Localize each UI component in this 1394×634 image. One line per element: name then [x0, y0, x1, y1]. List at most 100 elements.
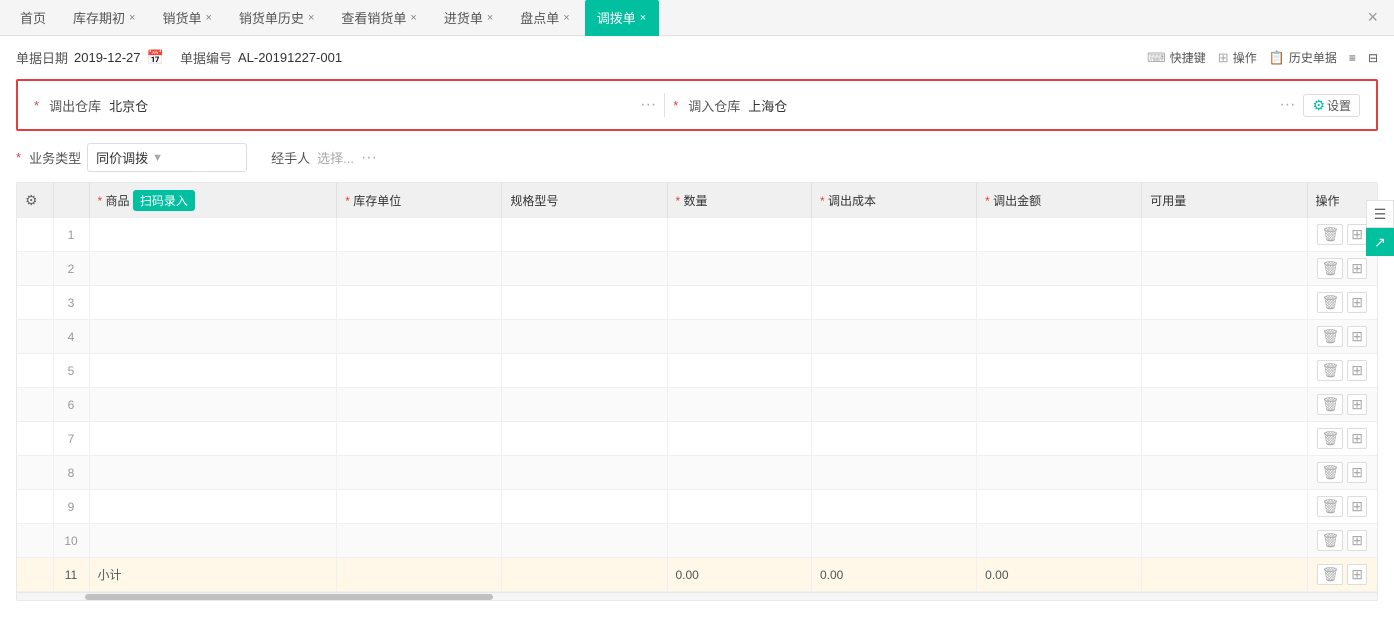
date-value[interactable]: 2019-12-27: [74, 50, 141, 65]
row-product-cell[interactable]: [89, 320, 337, 354]
row-qty-cell[interactable]: [667, 252, 812, 286]
delete-row-icon[interactable]: 🗑: [1317, 462, 1343, 483]
delete-row-icon[interactable]: 🗑: [1317, 326, 1343, 347]
warehouse-out-value[interactable]: 北京仓: [109, 96, 148, 115]
row-product-cell[interactable]: [89, 286, 337, 320]
row-cost-cell[interactable]: [812, 286, 977, 320]
copy-row-icon[interactable]: ⊞: [1347, 224, 1367, 245]
row-spec-cell[interactable]: [502, 286, 667, 320]
window-close-icon[interactable]: ×: [1359, 7, 1386, 28]
copy-row-icon[interactable]: ⊞: [1347, 496, 1367, 517]
row-avail-cell[interactable]: [1142, 354, 1307, 388]
row-avail-cell[interactable]: [1142, 422, 1307, 456]
row-amount-cell[interactable]: [977, 490, 1142, 524]
warehouse-in-value[interactable]: 上海仓: [748, 96, 787, 115]
row-qty-cell[interactable]: [667, 354, 812, 388]
warehouse-in-more[interactable]: ···: [1279, 96, 1295, 114]
row-product-cell[interactable]: [89, 218, 337, 252]
row-qty-cell[interactable]: [667, 456, 812, 490]
copy-row-icon[interactable]: ⊞: [1347, 394, 1367, 415]
tab-view-sales-close[interactable]: ×: [410, 12, 416, 24]
delete-row-icon[interactable]: 🗑: [1317, 394, 1343, 415]
tab-sales-history[interactable]: 销货单历史 ×: [227, 0, 327, 36]
row-qty-cell[interactable]: [667, 320, 812, 354]
row-qty-cell[interactable]: [667, 422, 812, 456]
row-cost-cell[interactable]: [812, 218, 977, 252]
row-amount-cell[interactable]: [977, 422, 1142, 456]
subtotal-copy-icon[interactable]: ⊞: [1347, 564, 1367, 585]
row-product-cell[interactable]: [89, 490, 337, 524]
row-unit-cell[interactable]: [337, 490, 502, 524]
row-avail-cell[interactable]: [1142, 252, 1307, 286]
row-product-cell[interactable]: [89, 354, 337, 388]
business-type-select[interactable]: 同价调拨 ▼: [87, 143, 247, 172]
panel-list-icon[interactable]: ☰: [1366, 200, 1394, 228]
tab-sales-history-close[interactable]: ×: [308, 12, 314, 24]
row-unit-cell[interactable]: [337, 524, 502, 558]
row-amount-cell[interactable]: [977, 388, 1142, 422]
delete-row-icon[interactable]: 🗑: [1317, 224, 1343, 245]
copy-row-icon[interactable]: ⊞: [1347, 360, 1367, 381]
tab-inventory-init[interactable]: 库存期初 ×: [61, 0, 148, 36]
row-qty-cell[interactable]: [667, 286, 812, 320]
row-product-cell[interactable]: [89, 252, 337, 286]
row-qty-cell[interactable]: [667, 388, 812, 422]
row-avail-cell[interactable]: [1142, 490, 1307, 524]
row-amount-cell[interactable]: [977, 286, 1142, 320]
row-unit-cell[interactable]: [337, 456, 502, 490]
row-amount-cell[interactable]: [977, 524, 1142, 558]
history-btn[interactable]: 📋 历史单据: [1269, 49, 1337, 66]
delete-row-icon[interactable]: 🗑: [1317, 428, 1343, 449]
copy-row-icon[interactable]: ⊞: [1347, 530, 1367, 551]
row-avail-cell[interactable]: [1142, 524, 1307, 558]
tab-transfer[interactable]: 调拨单 ×: [585, 0, 659, 36]
row-cost-cell[interactable]: [812, 490, 977, 524]
row-unit-cell[interactable]: [337, 286, 502, 320]
row-avail-cell[interactable]: [1142, 286, 1307, 320]
calendar-icon[interactable]: 📅: [147, 49, 164, 66]
row-spec-cell[interactable]: [502, 524, 667, 558]
row-unit-cell[interactable]: [337, 388, 502, 422]
col-settings-header[interactable]: ⚙: [17, 183, 53, 218]
row-spec-cell[interactable]: [502, 218, 667, 252]
row-spec-cell[interactable]: [502, 490, 667, 524]
tab-transfer-close[interactable]: ×: [640, 12, 646, 24]
row-amount-cell[interactable]: [977, 456, 1142, 490]
copy-row-icon[interactable]: ⊞: [1347, 428, 1367, 449]
row-spec-cell[interactable]: [502, 456, 667, 490]
row-avail-cell[interactable]: [1142, 218, 1307, 252]
tab-view-sales[interactable]: 查看销货单 ×: [329, 0, 429, 36]
row-cost-cell[interactable]: [812, 422, 977, 456]
row-spec-cell[interactable]: [502, 388, 667, 422]
shortcuts-btn[interactable]: ⌨ 快捷键: [1147, 49, 1206, 66]
panel-export-icon[interactable]: ↗: [1366, 228, 1394, 256]
row-cost-cell[interactable]: [812, 354, 977, 388]
row-amount-cell[interactable]: [977, 218, 1142, 252]
delete-row-icon[interactable]: 🗑: [1317, 258, 1343, 279]
row-product-cell[interactable]: [89, 524, 337, 558]
copy-row-icon[interactable]: ⊞: [1347, 462, 1367, 483]
scroll-thumb[interactable]: [85, 594, 493, 600]
layout-btn2[interactable]: ⊟: [1368, 51, 1378, 65]
row-qty-cell[interactable]: [667, 524, 812, 558]
row-avail-cell[interactable]: [1142, 388, 1307, 422]
row-cost-cell[interactable]: [812, 524, 977, 558]
tab-sales-close[interactable]: ×: [205, 12, 211, 24]
tab-home[interactable]: 首页: [8, 0, 59, 36]
row-unit-cell[interactable]: [337, 252, 502, 286]
row-product-cell[interactable]: [89, 456, 337, 490]
row-unit-cell[interactable]: [337, 422, 502, 456]
row-cost-cell[interactable]: [812, 252, 977, 286]
operations-btn[interactable]: ⊞ 操作: [1218, 49, 1257, 66]
row-unit-cell[interactable]: [337, 320, 502, 354]
scan-btn[interactable]: 扫码录入: [133, 190, 195, 211]
person-more-icon[interactable]: ···: [361, 149, 377, 167]
warehouse-out-more[interactable]: ···: [640, 96, 656, 114]
tab-sales[interactable]: 销货单 ×: [150, 0, 224, 36]
row-avail-cell[interactable]: [1142, 456, 1307, 490]
row-qty-cell[interactable]: [667, 490, 812, 524]
delete-row-icon[interactable]: 🗑: [1317, 292, 1343, 313]
copy-row-icon[interactable]: ⊞: [1347, 258, 1367, 279]
row-spec-cell[interactable]: [502, 252, 667, 286]
tab-inventory-check-close[interactable]: ×: [563, 12, 569, 24]
